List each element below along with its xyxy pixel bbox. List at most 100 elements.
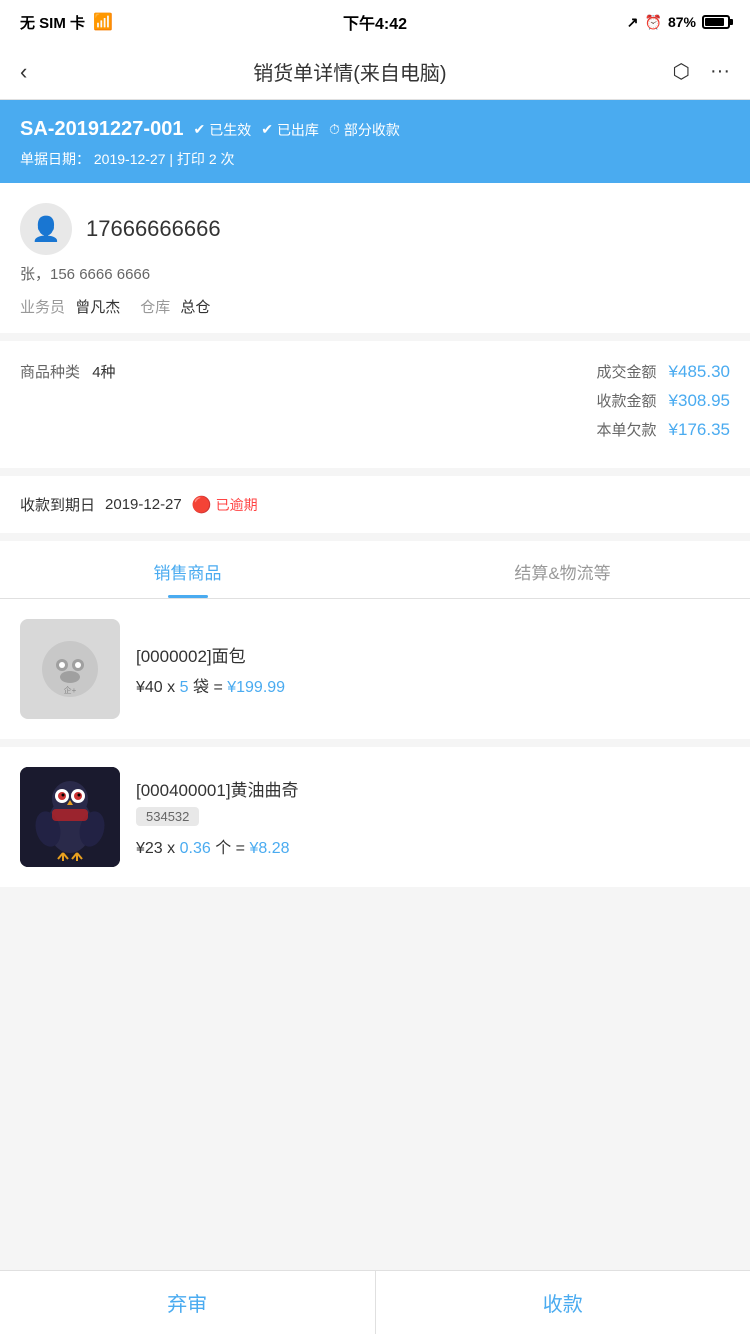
bottom-spacer [0, 895, 750, 975]
alarm-icon: ⏰ [645, 14, 662, 31]
customer-meta: 业务员 曾凡杰 仓库 总仓 [20, 296, 730, 317]
warehouse-name: 总仓 [180, 299, 210, 316]
clock-icon: ⏱ [329, 121, 340, 138]
price-1: ¥40 [136, 679, 163, 696]
received-amount-row: 收款金额 ¥308.95 [597, 390, 730, 411]
equals-2: = [236, 840, 250, 857]
product-name-2: [000400001]黄油曲奇 [136, 776, 730, 801]
battery-icon [702, 15, 730, 29]
order-date-value: 2019-12-27 [94, 151, 166, 167]
print-label: | 打印 [169, 151, 205, 167]
product-types-row: 商品种类 4种 [20, 361, 116, 382]
tab-underline [168, 595, 208, 598]
warehouse-label: 仓库 [140, 299, 170, 316]
overdue-badge: 🔴 已逾期 [192, 495, 258, 515]
summary-grid: 商品种类 4种 成交金额 ¥485.30 收款金额 ¥308.95 本单欠款 ¥… [20, 361, 730, 448]
unit-2: 个 [215, 840, 231, 857]
customer-top: 👤 17666666666 [20, 203, 730, 255]
warehouse-info: 仓库 总仓 [140, 296, 210, 317]
product-placeholder-1: 企+ [20, 619, 120, 719]
status-text-3: 部分收款 [344, 120, 400, 140]
trans-amount-value: ¥485.30 [669, 362, 730, 382]
carrier-text: 无 SIM 卡 [20, 12, 85, 33]
status-badge-3: ⏱ 部分收款 [329, 120, 400, 140]
share-icon[interactable]: ⬡ [673, 59, 690, 84]
overdue-icon: 🔴 [192, 495, 212, 515]
status-bar-left: 无 SIM 卡 📶 [20, 12, 113, 33]
customer-name: 17666666666 [86, 216, 221, 242]
product-types-count: 4种 [92, 364, 115, 381]
check-icon-2: ✔ [261, 121, 273, 138]
wifi-icon: 📶 [93, 12, 113, 32]
customer-info: 张，156 6666 6666 [20, 263, 730, 284]
nav-bar: ‹ 销货单详情(来自电脑) ⬡ ··· [0, 44, 750, 100]
customer-section: 👤 17666666666 张，156 6666 6666 业务员 曾凡杰 仓库… [0, 183, 750, 333]
back-button[interactable]: ‹ [20, 59, 27, 85]
avatar-icon: 👤 [31, 215, 61, 244]
price-sep-2: x [167, 840, 179, 857]
qty-2: 0.36 [180, 840, 211, 857]
total-2: ¥8.28 [249, 840, 289, 857]
status-badge-2: ✔ 已出库 [261, 120, 319, 140]
due-date-value: 2019-12-27 [105, 496, 182, 513]
order-id-text: SA-20191227-001 [20, 118, 183, 141]
order-id-row: SA-20191227-001 ✔ 已生效 ✔ 已出库 ⏱ 部分收款 [20, 118, 730, 141]
product-sku-2: 534532 [136, 807, 199, 826]
product-price-2: ¥23 x 0.36 个 = ¥8.28 [136, 834, 730, 858]
summary-left: 商品种类 4种 [20, 361, 116, 390]
received-amount-value: ¥308.95 [669, 391, 730, 411]
list-item: [000400001]黄油曲奇 534532 ¥23 x 0.36 个 = ¥8… [0, 747, 750, 887]
tab-settlement-label: 结算&物流等 [514, 564, 610, 583]
svg-text:企+: 企+ [64, 685, 77, 695]
product-thumb-1: 企+ [20, 619, 120, 719]
status-bar: 无 SIM 卡 📶 下午4:42 ↗ ⏰ 87% [0, 0, 750, 44]
product-types-label: 商品种类 [20, 364, 80, 381]
print-suffix: 次 [221, 151, 235, 167]
price-2: ¥23 [136, 840, 163, 857]
trans-amount-row: 成交金额 ¥485.30 [597, 361, 730, 382]
received-amount-label: 收款金额 [597, 390, 657, 411]
avatar: 👤 [20, 203, 72, 255]
status-text-2: 已出库 [277, 120, 319, 140]
tabs-container: 销售商品 结算&物流等 [0, 541, 750, 599]
summary-right: 成交金额 ¥485.30 收款金额 ¥308.95 本单欠款 ¥176.35 [597, 361, 730, 448]
overdue-text: 已逾期 [216, 495, 258, 515]
product-info-2: [000400001]黄油曲奇 534532 ¥23 x 0.36 个 = ¥8… [136, 776, 730, 858]
tab-products[interactable]: 销售商品 [0, 541, 375, 598]
nav-actions: ⬡ ··· [673, 59, 730, 84]
due-amount-row: 本单欠款 ¥176.35 [597, 419, 730, 440]
print-count: 2 [209, 151, 217, 167]
more-icon[interactable]: ··· [710, 60, 730, 83]
product-info-1: [0000002]面包 ¥40 x 5 袋 = ¥199.99 [136, 642, 730, 697]
total-1: ¥199.99 [227, 679, 285, 696]
price-sep-1: x [167, 679, 179, 696]
status-badge-1: ✔ 已生效 [193, 120, 251, 140]
status-bar-time: 下午4:42 [343, 10, 407, 34]
qty-1: 5 [180, 679, 189, 696]
sales-name: 曾凡杰 [75, 299, 120, 316]
summary-section: 商品种类 4种 成交金额 ¥485.30 收款金额 ¥308.95 本单欠款 ¥… [0, 341, 750, 468]
due-date-label: 收款到期日 [20, 494, 95, 515]
header-banner: SA-20191227-001 ✔ 已生效 ✔ 已出库 ⏱ 部分收款 单据日期：… [0, 100, 750, 183]
due-section: 收款到期日 2019-12-27 🔴 已逾期 [0, 476, 750, 533]
product-name-1: [0000002]面包 [136, 642, 730, 667]
tab-settlement[interactable]: 结算&物流等 [375, 541, 750, 598]
products-list: 企+ [0000002]面包 ¥40 x 5 袋 = ¥199.99 [0, 599, 750, 887]
receive-payment-button[interactable]: 收款 [376, 1271, 750, 1334]
equals-1: = [213, 679, 227, 696]
list-item: 企+ [0000002]面包 ¥40 x 5 袋 = ¥199.99 [0, 599, 750, 739]
trans-amount-label: 成交金额 [597, 361, 657, 382]
product-thumb-2 [20, 767, 120, 867]
product-price-1: ¥40 x 5 袋 = ¥199.99 [136, 673, 730, 697]
battery-percent: 87% [668, 14, 696, 30]
check-icon-1: ✔ [193, 121, 205, 138]
unit-1: 袋 [193, 679, 209, 696]
battery-fill [705, 18, 724, 26]
due-amount-label: 本单欠款 [597, 419, 657, 440]
page-title: 销货单详情(来自电脑) [253, 57, 446, 86]
cancel-review-button[interactable]: 弃审 [0, 1271, 376, 1334]
tab-products-label: 销售商品 [154, 564, 222, 583]
location-icon: ↗ [627, 14, 639, 31]
status-bar-right: ↗ ⏰ 87% [627, 14, 730, 31]
sales-info: 业务员 曾凡杰 [20, 296, 120, 317]
